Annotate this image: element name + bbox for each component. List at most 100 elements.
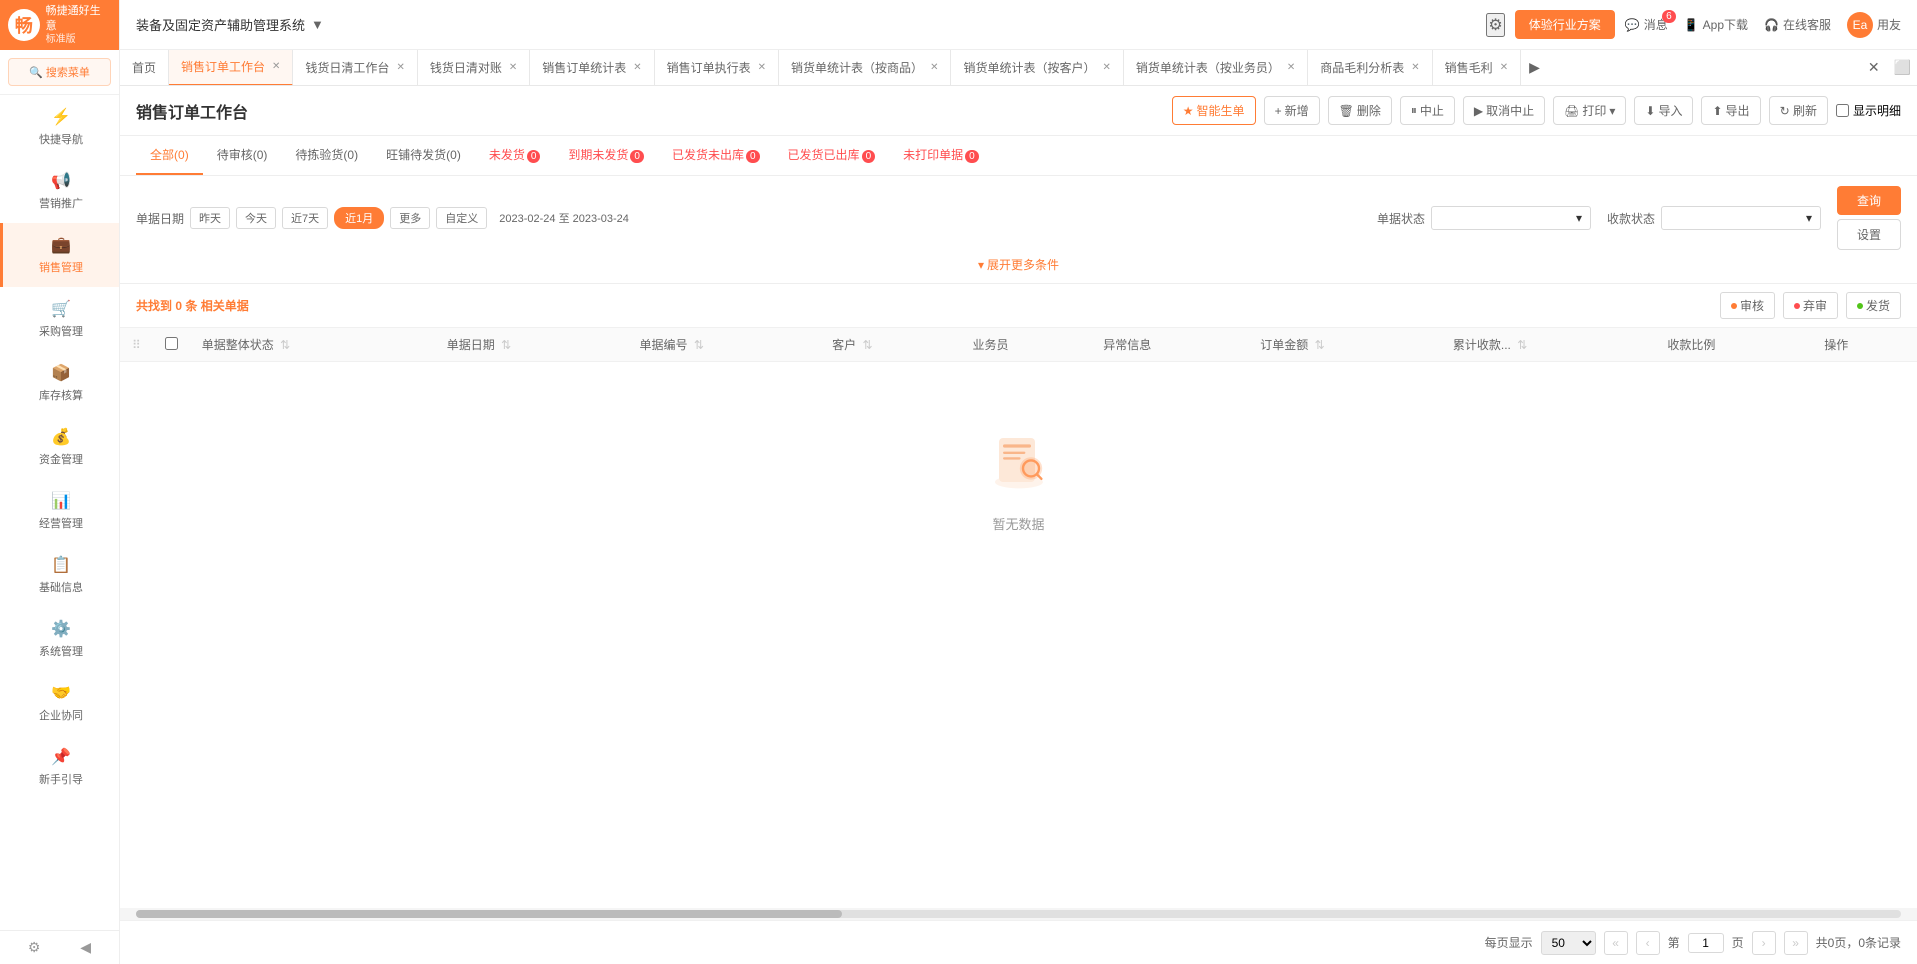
cancel-pause-btn[interactable]: ▶ 取消中止: [1463, 96, 1545, 125]
tab-close-gross-profit[interactable]: ✕: [1411, 62, 1419, 73]
sub-tab-not-shipped[interactable]: 未发货0: [475, 136, 555, 175]
topbar-messages[interactable]: 💬 消息 6: [1625, 16, 1668, 33]
sub-tab-shipped-not-out[interactable]: 已发货未出库0: [658, 136, 774, 175]
search-menu-btn[interactable]: 🔍 搜索菜单: [8, 58, 111, 86]
empty-text: 暂无数据: [992, 514, 1044, 533]
tab-close-sales-workbench[interactable]: ✕: [272, 61, 280, 72]
tab-sales-staff[interactable]: 销货单统计表（按业务员） ✕: [1124, 50, 1308, 86]
sidebar-collapse-btn[interactable]: ◀: [80, 939, 91, 956]
last-page-btn[interactable]: »: [1784, 931, 1808, 955]
tab-sales-customer[interactable]: 销货单统计表（按客户） ✕: [951, 50, 1123, 86]
sub-tab-pending[interactable]: 待审核(0): [203, 136, 282, 175]
sort-date-icon[interactable]: ⇅: [501, 338, 511, 352]
not-shipped-badge: 0: [527, 150, 541, 163]
sidebar-item-enterprise[interactable]: 🤝 企业协同: [0, 671, 119, 735]
topbar-settings-btn[interactable]: ⚙: [1486, 13, 1504, 37]
tab-close-sales-staff[interactable]: ✕: [1287, 62, 1295, 73]
export-btn[interactable]: ⬆ 导出: [1701, 96, 1760, 125]
ship-btn[interactable]: 发货: [1846, 292, 1901, 319]
pause-btn[interactable]: ⏸ 中止: [1400, 96, 1455, 125]
topbar-industry-btn[interactable]: 体验行业方案: [1515, 10, 1615, 39]
sidebar-item-finance[interactable]: 💰 资金管理: [0, 415, 119, 479]
topbar-user[interactable]: Ea 用友: [1847, 12, 1901, 38]
show-detail-label[interactable]: 显示明细: [1836, 102, 1901, 119]
sidebar-item-system[interactable]: ⚙️ 系统管理: [0, 607, 119, 671]
date-btn-custom[interactable]: 自定义: [436, 207, 487, 229]
date-btn-1month[interactable]: 近1月: [334, 207, 384, 229]
tab-sales-summary[interactable]: 销售毛利 ✕: [1433, 50, 1521, 86]
sort-customer-icon[interactable]: ⇅: [862, 338, 872, 352]
tab-close-cash-reconcile[interactable]: ✕: [509, 62, 517, 73]
query-btn[interactable]: 查询: [1837, 186, 1901, 215]
sidebar-item-purchase[interactable]: 🛒 采购管理: [0, 287, 119, 351]
smart-create-btn[interactable]: ★ 智能生单: [1172, 96, 1256, 125]
sort-number-icon[interactable]: ⇅: [694, 338, 704, 352]
print-icon: 🖨: [1564, 104, 1579, 118]
set-btn[interactable]: 设置: [1837, 219, 1901, 250]
filter-expand-btn[interactable]: ▾ 展开更多条件: [136, 250, 1901, 273]
sub-tab-all[interactable]: 全部(0): [136, 136, 203, 175]
tab-sales-workbench[interactable]: 销售订单工作台 ✕: [169, 50, 293, 86]
tab-close-sales-summary[interactable]: ✕: [1500, 62, 1508, 73]
tab-close-sales-stats[interactable]: ✕: [633, 62, 641, 73]
refresh-btn[interactable]: ↻ 刷新: [1769, 96, 1828, 125]
horizontal-scrollbar[interactable]: [120, 908, 1917, 920]
topbar-dropdown-icon[interactable]: ▼: [311, 17, 324, 32]
topbar-online-service[interactable]: 🎧 在线客服: [1764, 16, 1831, 33]
tab-cash-daily[interactable]: 钱货日清工作台 ✕: [293, 50, 417, 86]
sort-amount-icon[interactable]: ⇅: [1315, 338, 1325, 352]
tab-close-sales-exec[interactable]: ✕: [758, 62, 766, 73]
filter-date-buttons: 昨天 今天 近7天 近1月 更多 自定义: [190, 207, 487, 229]
first-page-btn[interactable]: «: [1604, 931, 1628, 955]
sort-status-icon[interactable]: ⇅: [280, 338, 290, 352]
tab-close-sales-customer[interactable]: ✕: [1102, 62, 1110, 73]
sidebar-item-operations[interactable]: 📊 经营管理: [0, 479, 119, 543]
sub-tab-not-printed[interactable]: 未打印单据0: [889, 136, 993, 175]
topbar-app-download[interactable]: 📱 App下载: [1684, 16, 1748, 33]
add-btn[interactable]: + 新增: [1264, 96, 1320, 125]
sidebar-item-basic[interactable]: 📋 基础信息: [0, 543, 119, 607]
tab-home[interactable]: 首页: [120, 50, 169, 86]
tab-sales-product[interactable]: 销货单统计表（按商品） ✕: [779, 50, 951, 86]
date-btn-more[interactable]: 更多: [390, 207, 430, 229]
tab-maximize-btn[interactable]: ⬜: [1888, 55, 1917, 80]
sidebar-settings-btn[interactable]: ⚙: [28, 939, 41, 956]
tab-sales-exec[interactable]: 销售订单执行表 ✕: [655, 50, 779, 86]
sub-tab-overdue[interactable]: 到期未发货0: [554, 136, 658, 175]
prev-page-btn[interactable]: ‹: [1636, 931, 1660, 955]
sidebar-item-marketing[interactable]: 📢 营销推广: [0, 159, 119, 223]
import-icon: ⬇: [1645, 104, 1655, 118]
sidebar-item-inventory[interactable]: 📦 库存核算: [0, 351, 119, 415]
page-input[interactable]: [1688, 933, 1724, 953]
sub-tab-shipped-out[interactable]: 已发货已出库0: [774, 136, 890, 175]
tabs-more-btn[interactable]: ▶: [1521, 59, 1548, 76]
filter-status-select[interactable]: ▾: [1431, 206, 1591, 230]
sidebar-item-guide[interactable]: 📌 新手引导: [0, 735, 119, 799]
show-detail-checkbox[interactable]: [1836, 104, 1849, 117]
date-btn-yesterday[interactable]: 昨天: [190, 207, 230, 229]
sub-tab-pending-inspect[interactable]: 待拣验货(0): [281, 136, 372, 175]
tab-sales-stats[interactable]: 销售订单统计表 ✕: [530, 50, 654, 86]
scrollbar-thumb[interactable]: [136, 910, 842, 918]
print-btn[interactable]: 🖨 打印 ▾: [1553, 96, 1626, 125]
sort-collected-icon[interactable]: ⇅: [1517, 338, 1527, 352]
date-btn-today[interactable]: 今天: [236, 207, 276, 229]
cancel-audit-btn[interactable]: 弃审: [1783, 292, 1838, 319]
tab-gross-profit[interactable]: 商品毛利分析表 ✕: [1308, 50, 1432, 86]
tab-close-cash-daily[interactable]: ✕: [396, 62, 404, 73]
tab-close-sales-product[interactable]: ✕: [930, 62, 938, 73]
sub-tab-wangpu[interactable]: 旺铺待发货(0): [372, 136, 475, 175]
import-btn[interactable]: ⬇ 导入: [1634, 96, 1693, 125]
sidebar-item-sales[interactable]: 💼 销售管理: [0, 223, 119, 287]
select-all-checkbox[interactable]: [165, 337, 178, 350]
sidebar-item-quick-nav[interactable]: ⚡ 快捷导航: [0, 95, 119, 159]
tab-cash-reconcile[interactable]: 钱货日清对账 ✕: [418, 50, 530, 86]
audit-btn[interactable]: 审核: [1720, 292, 1775, 319]
delete-btn[interactable]: 🗑 删除: [1328, 96, 1392, 125]
page-size-select[interactable]: 50 10 20 100: [1541, 931, 1596, 955]
tab-close-all-btn[interactable]: ✕: [1862, 55, 1886, 80]
next-page-btn[interactable]: ›: [1752, 931, 1776, 955]
date-btn-7days[interactable]: 近7天: [282, 207, 328, 229]
th-check[interactable]: [153, 328, 190, 362]
filter-payment-select[interactable]: ▾: [1661, 206, 1821, 230]
